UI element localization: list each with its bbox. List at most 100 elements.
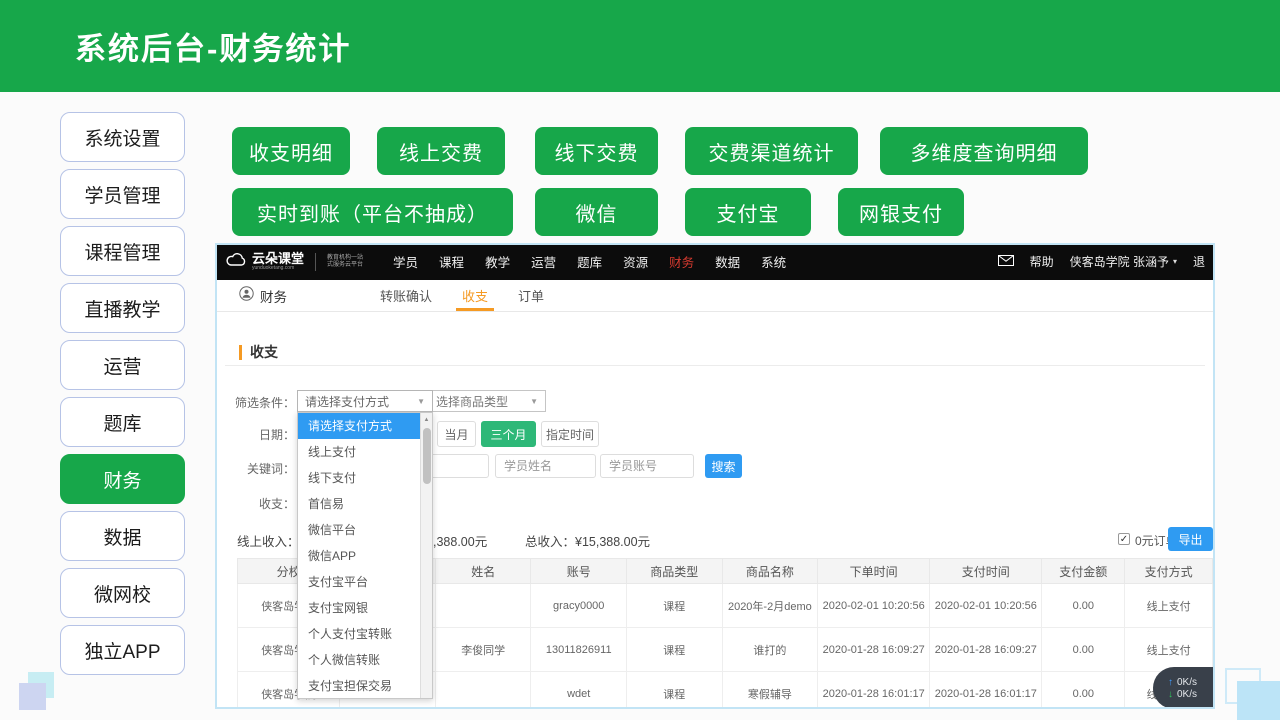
feature-button-r1-3[interactable]: 线下交费 — [535, 127, 658, 175]
sidebar-item-4[interactable]: 直播教学 — [60, 283, 185, 333]
topnav-item-2[interactable]: 课程 — [439, 252, 464, 271]
admin-screenshot: 云朵课堂 yunduoketang.com 教育机构一站 式服务云平台 学员课程… — [215, 243, 1215, 709]
feature-button-r1-4[interactable]: 交费渠道统计 — [685, 127, 858, 175]
subnav-tab-1[interactable]: 转账确认 — [380, 280, 432, 311]
table-cell: 课程 — [627, 584, 723, 628]
dropdown-option-6[interactable]: 微信APP — [298, 543, 420, 569]
topnav-item-1[interactable]: 学员 — [393, 252, 418, 271]
topnav-item-7[interactable]: 财务 — [669, 252, 694, 271]
dropdown-option-3[interactable]: 线下支付 — [298, 465, 420, 491]
help-link[interactable]: 帮助 — [1030, 253, 1054, 270]
product-type-value: 选择商品类型 — [436, 393, 508, 410]
student-name-input[interactable] — [495, 454, 596, 478]
admin-topnav: 云朵课堂 yunduoketang.com 教育机构一站 式服务云平台 学员 课程… — [215, 243, 1215, 280]
student-account-input[interactable] — [600, 454, 694, 478]
table-header-cell: 支付金额 — [1042, 559, 1125, 584]
topnav-item-6[interactable]: 资源 — [623, 252, 648, 271]
inout-label: 收支： — [215, 495, 295, 512]
brand-logo: 云朵课堂 yunduoketang.com 教育机构一站 式服务云平台 — [225, 251, 363, 272]
table-cell: 2020-02-01 10:20:56 — [818, 584, 930, 628]
total-income: 总收入：¥15,388.00元 — [525, 531, 650, 550]
scrollbar-thumb[interactable] — [423, 428, 431, 484]
feature-button-r1-1[interactable]: 收支明细 — [232, 127, 350, 175]
sidebar-item-6[interactable]: 题库 — [60, 397, 185, 447]
table-cell: 2020-02-01 10:20:56 — [930, 584, 1042, 628]
subnav-tab-3[interactable]: 订单 — [518, 280, 544, 311]
feature-button-r2-2[interactable]: 微信 — [535, 188, 658, 236]
page: 系统后台-财务统计 系统设置学员管理课程管理直播教学运营题库财务数据微网校独立A… — [0, 0, 1280, 720]
product-type-select[interactable]: 选择商品类型 ▼ — [428, 390, 546, 412]
table-cell: 2020-01-28 16:09:27 — [818, 628, 930, 672]
dropdown-option-10[interactable]: 个人微信转账 — [298, 647, 420, 673]
table-cell: 0.00 — [1042, 628, 1125, 672]
sidebar-item-1[interactable]: 系统设置 — [60, 112, 185, 162]
sidebar-item-5[interactable]: 运营 — [60, 340, 185, 390]
payment-method-value: 请选择支付方式 — [305, 393, 389, 410]
sidebar-item-10[interactable]: 独立APP — [60, 625, 185, 675]
table-cell: 线上支付 — [1125, 584, 1213, 628]
topnav-menu: 学员 课程 教学 运营 题库 资源 财务 数据 系统 — [393, 252, 786, 271]
logo-tagline: 教育机构一站 式服务云平台 — [327, 255, 363, 269]
subnav-section-label: 财务 — [260, 286, 287, 306]
mail-icon[interactable] — [998, 255, 1014, 269]
topnav-item-4[interactable]: 运营 — [531, 252, 556, 271]
feature-button-r1-5[interactable]: 多维度查询明细 — [880, 127, 1088, 175]
dropdown-option-2[interactable]: 线上支付 — [298, 439, 420, 465]
dropdown-scrollbar[interactable]: ▲ — [420, 413, 432, 698]
dropdown-option-5[interactable]: 微信平台 — [298, 517, 420, 543]
feature-button-r1-2[interactable]: 线上交费 — [377, 127, 505, 175]
table-cell: 2020-01-28 16:09:27 — [930, 628, 1042, 672]
sidebar-item-7[interactable]: 财务 — [60, 454, 185, 504]
sidebar-item-8[interactable]: 数据 — [60, 511, 185, 561]
dropdown-option-4[interactable]: 首信易 — [298, 491, 420, 517]
dropdown-option-9[interactable]: 个人支付宝转账 — [298, 621, 420, 647]
download-arrow-icon: ↓ — [1168, 689, 1173, 700]
page-header: 系统后台-财务统计 — [0, 0, 1280, 92]
zero-order-checkbox[interactable]: ✓ — [1118, 533, 1130, 545]
dropdown-option-7[interactable]: 支付宝平台 — [298, 569, 420, 595]
date-option-3[interactable]: 指定时间 — [541, 421, 599, 447]
payment-method-dropdown: 请选择支付方式线上支付线下支付首信易微信平台微信APP支付宝平台支付宝网银个人支… — [297, 412, 433, 699]
dropdown-option-11[interactable]: 支付宝担保交易 — [298, 673, 420, 698]
sidebar-item-2[interactable]: 学员管理 — [60, 169, 185, 219]
dropdown-option-8[interactable]: 支付宝网银 — [298, 595, 420, 621]
table-cell: 寒假辅导 — [722, 672, 818, 710]
search-button[interactable]: 搜索 — [705, 454, 742, 478]
feature-button-r2-1[interactable]: 实时到账（平台不抽成） — [232, 188, 513, 236]
table-cell: wdet — [531, 672, 627, 710]
subnav-tab-2[interactable]: 收支 — [462, 280, 488, 311]
topnav-item-9[interactable]: 系统 — [761, 252, 786, 271]
topnav-item-8[interactable]: 数据 — [715, 252, 740, 271]
date-option-1[interactable]: 当月 — [437, 421, 476, 447]
download-speed: 0K/s — [1177, 689, 1197, 700]
table-header-cell: 商品名称 — [722, 559, 818, 584]
sidebar-item-9[interactable]: 微网校 — [60, 568, 185, 618]
online-income-value: ,388.00元 — [433, 531, 487, 550]
export-button[interactable]: 导出 — [1168, 527, 1213, 551]
table-cell: gracy0000 — [531, 584, 627, 628]
scroll-up-icon[interactable]: ▲ — [421, 413, 432, 426]
dropdown-list: 请选择支付方式线上支付线下支付首信易微信平台微信APP支付宝平台支付宝网银个人支… — [298, 413, 420, 698]
dropdown-option-1[interactable]: 请选择支付方式 — [298, 413, 420, 439]
topnav-item-3[interactable]: 教学 — [485, 252, 510, 271]
table-header-cell: 商品类型 — [627, 559, 723, 584]
page-title: 系统后台-财务统计 — [75, 24, 351, 69]
panel-title-text: 收支 — [250, 342, 278, 362]
orange-bar — [239, 345, 242, 360]
feature-button-r2-3[interactable]: 支付宝 — [685, 188, 811, 236]
topnav-item-5[interactable]: 题库 — [577, 252, 602, 271]
feature-button-r2-4[interactable]: 网银支付 — [838, 188, 964, 236]
date-option-2[interactable]: 三个月 — [481, 421, 536, 447]
keyword-label: 关键词： — [215, 460, 295, 477]
logout-link[interactable]: 退 — [1193, 253, 1205, 270]
sidebar-item-3[interactable]: 课程管理 — [60, 226, 185, 276]
table-cell: 课程 — [627, 628, 723, 672]
table-cell: 谁打的 — [722, 628, 818, 672]
logo-divider — [315, 253, 316, 271]
chevron-down-icon: ▾ — [1173, 257, 1177, 266]
table-cell — [435, 672, 531, 710]
payment-method-select[interactable]: 请选择支付方式 ▼ — [297, 390, 433, 412]
account-menu[interactable]: 侠客岛学院 张涵予 ▾ — [1070, 253, 1177, 270]
table-cell: 2020-01-28 16:01:17 — [930, 672, 1042, 710]
table-cell: 线上支付 — [1125, 628, 1213, 672]
